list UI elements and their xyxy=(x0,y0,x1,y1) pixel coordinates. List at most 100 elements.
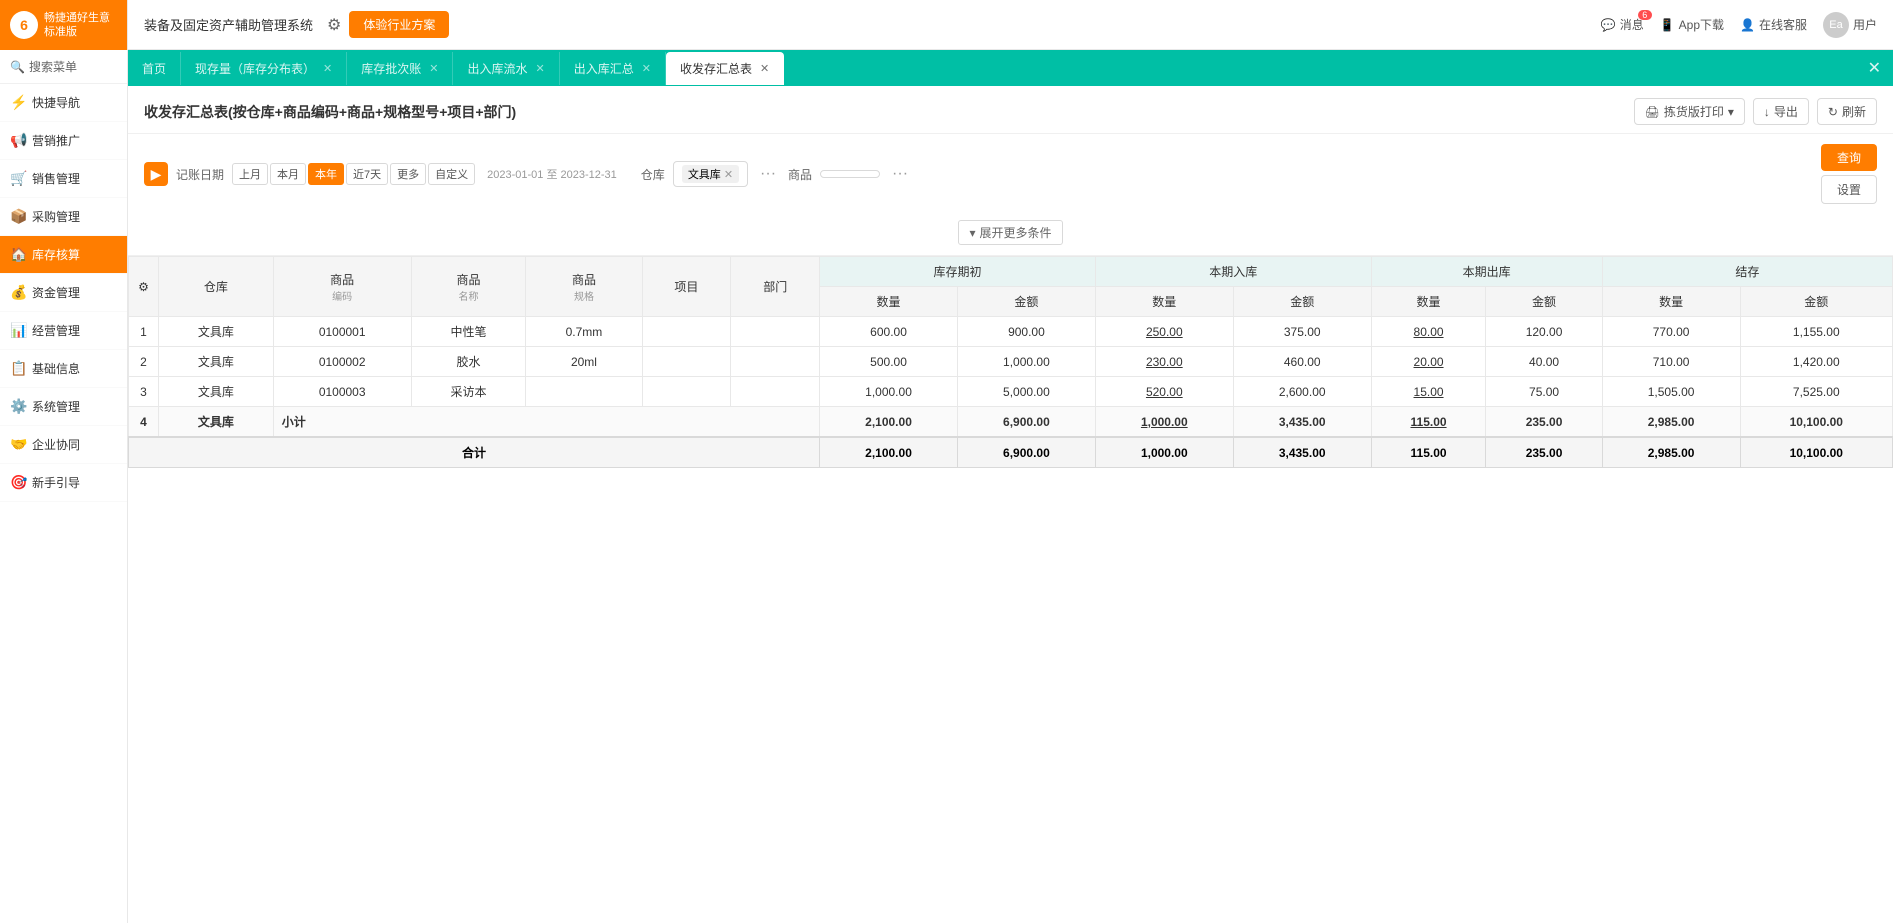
sub-in-qty: 1,000.00 xyxy=(1095,407,1233,438)
expand-more-btn[interactable]: ▾ 展开更多条件 xyxy=(958,220,1062,245)
row-no: 1 xyxy=(129,317,159,347)
refresh-btn[interactable]: ↻ 刷新 xyxy=(1817,98,1877,125)
total-close-qty: 2,985.00 xyxy=(1602,437,1740,468)
sidebar-item-quick-nav[interactable]: ⚡ 快捷导航 xyxy=(0,84,127,122)
row-close-amt: 7,525.00 xyxy=(1740,377,1892,407)
row-in-amt: 2,600.00 xyxy=(1233,377,1371,407)
row-name: 中性笔 xyxy=(411,317,526,347)
logo-text: 畅捷通好生意 标准版 xyxy=(44,11,110,40)
col-in-qty: 数量 xyxy=(1095,287,1233,317)
total-out-amt: 235.00 xyxy=(1486,437,1602,468)
system-icon: ⚙️ xyxy=(10,398,26,415)
sidebar-item-finance[interactable]: 💰 资金管理 xyxy=(0,274,127,312)
date-btn-this-year[interactable]: 本年 xyxy=(308,163,344,185)
row-no: 2 xyxy=(129,347,159,377)
tab-close-inout-summary[interactable]: ✕ xyxy=(642,62,651,75)
goods-select[interactable] xyxy=(820,170,880,178)
row-warehouse: 文具库 xyxy=(159,347,274,377)
app-download-btn[interactable]: 📱 App下载 xyxy=(1660,16,1724,33)
row-project xyxy=(642,317,731,347)
sidebar-item-basic-info[interactable]: 📋 基础信息 xyxy=(0,350,127,388)
col-close-amt: 金额 xyxy=(1740,287,1892,317)
sidebar-search[interactable]: 🔍 搜索菜单 xyxy=(0,50,127,84)
row-out-amt: 40.00 xyxy=(1486,347,1602,377)
tab-receive-summary[interactable]: 收发存汇总表 ✕ xyxy=(666,52,784,85)
col-in-amt: 金额 xyxy=(1233,287,1371,317)
row-out-qty[interactable]: 20.00 xyxy=(1371,347,1486,377)
query-button[interactable]: 查询 xyxy=(1821,144,1877,171)
export-btn[interactable]: ↓ 导出 xyxy=(1753,98,1809,125)
row-in-qty[interactable]: 230.00 xyxy=(1095,347,1233,377)
expand-more-row: ▾ 展开更多条件 xyxy=(144,220,1877,245)
table-row: 2 文具库 0100002 胶水 20ml 500.00 1,000.00 23… xyxy=(129,347,1893,377)
date-btn-more[interactable]: 更多 xyxy=(390,163,426,185)
sidebar-item-operations[interactable]: 📊 经营管理 xyxy=(0,312,127,350)
total-close-amt: 10,100.00 xyxy=(1740,437,1892,468)
sidebar-item-guide[interactable]: 🎯 新手引导 xyxy=(0,464,127,502)
col-code-header: 商品编码 xyxy=(273,257,411,317)
row-close-qty: 770.00 xyxy=(1602,317,1740,347)
date-btn-last-month[interactable]: 上月 xyxy=(232,163,268,185)
goods-more-btn[interactable]: ··· xyxy=(892,165,908,183)
row-name: 采访本 xyxy=(411,377,526,407)
sales-icon: 🛒 xyxy=(10,170,26,187)
row-out-qty[interactable]: 15.00 xyxy=(1371,377,1486,407)
main-area: 装备及固定资产辅助管理系统 ⚙ 体验行业方案 💬 消息 6 📱 App下载 👤 … xyxy=(128,0,1893,923)
print-btn[interactable]: 🖨 拣货版打印 ▾ xyxy=(1634,98,1745,125)
sub-open-qty: 2,100.00 xyxy=(820,407,958,438)
sub-in-amt: 3,435.00 xyxy=(1233,407,1371,438)
guide-icon: 🎯 xyxy=(10,474,26,491)
user-menu[interactable]: Ea 用户 xyxy=(1823,12,1877,38)
tab-close-inventory-dist[interactable]: ✕ xyxy=(323,62,332,75)
tab-inventory-dist[interactable]: 现存量（库存分布表） ✕ xyxy=(181,52,347,85)
sidebar-item-sales[interactable]: 🛒 销售管理 xyxy=(0,160,127,198)
finance-icon: 💰 xyxy=(10,284,26,301)
row-in-qty[interactable]: 250.00 xyxy=(1095,317,1233,347)
tab-home[interactable]: 首页 xyxy=(128,52,181,85)
row-spec: 0.7mm xyxy=(526,317,642,347)
date-label: 记账日期 xyxy=(176,166,224,183)
warehouse-select[interactable]: 文具库 ✕ xyxy=(673,161,748,187)
page-container: 收发存汇总表(按仓库+商品编码+商品+规格型号+项目+部门) 🖨 拣货版打印 ▾… xyxy=(128,86,1893,923)
sub-label: 小计 xyxy=(273,407,819,438)
warehouse-tag-close[interactable]: ✕ xyxy=(724,168,733,181)
date-btn-this-month[interactable]: 本月 xyxy=(270,163,306,185)
mobile-icon: 📱 xyxy=(1660,18,1675,32)
sidebar-item-system[interactable]: ⚙️ 系统管理 xyxy=(0,388,127,426)
sidebar-item-marketing[interactable]: 📢 营销推广 xyxy=(0,122,127,160)
col-gear[interactable]: ⚙ xyxy=(129,257,159,317)
row-out-amt: 120.00 xyxy=(1486,317,1602,347)
total-in-amt: 3,435.00 xyxy=(1233,437,1371,468)
system-title: 装备及固定资产辅助管理系统 xyxy=(144,15,313,34)
date-btn-7days[interactable]: 近7天 xyxy=(346,163,388,185)
sidebar-item-purchase[interactable]: 📦 采购管理 xyxy=(0,198,127,236)
filter-expand-btn[interactable]: ▶ xyxy=(144,162,168,186)
setting-button[interactable]: 设置 xyxy=(1821,175,1877,204)
warehouse-label: 仓库 xyxy=(641,166,665,183)
tab-close-batch-accounts[interactable]: ✕ xyxy=(429,62,438,75)
row-close-qty: 710.00 xyxy=(1602,347,1740,377)
experience-btn[interactable]: 体验行业方案 xyxy=(349,11,449,38)
tab-bar-close-btn[interactable]: ✕ xyxy=(1856,50,1893,86)
row-in-amt: 375.00 xyxy=(1233,317,1371,347)
tab-inout-summary[interactable]: 出入库汇总 ✕ xyxy=(560,52,666,85)
tab-batch-accounts[interactable]: 库存批次账 ✕ xyxy=(347,52,453,85)
settings-gear-icon[interactable]: ⚙ xyxy=(327,15,341,35)
sidebar-logo: 6 畅捷通好生意 标准版 xyxy=(0,0,127,50)
message-btn[interactable]: 💬 消息 6 xyxy=(1601,16,1644,33)
total-open-amt: 6,900.00 xyxy=(957,437,1095,468)
online-service-btn[interactable]: 👤 在线客服 xyxy=(1740,16,1807,33)
sidebar-item-inventory[interactable]: 🏠 库存核算 xyxy=(0,236,127,274)
inventory-icon: 🏠 xyxy=(10,246,26,263)
row-out-qty[interactable]: 80.00 xyxy=(1371,317,1486,347)
date-btn-custom[interactable]: 自定义 xyxy=(428,163,475,185)
row-in-qty[interactable]: 520.00 xyxy=(1095,377,1233,407)
warehouse-more-btn[interactable]: ··· xyxy=(760,165,776,183)
tab-inout-flow[interactable]: 出入库流水 ✕ xyxy=(453,52,559,85)
total-out-qty: 115.00 xyxy=(1371,437,1486,468)
tab-bar: 首页 现存量（库存分布表） ✕ 库存批次账 ✕ 出入库流水 ✕ 出入库汇总 ✕ … xyxy=(128,50,1893,86)
sidebar-item-enterprise[interactable]: 🤝 企业协同 xyxy=(0,426,127,464)
tab-close-inout-flow[interactable]: ✕ xyxy=(536,62,545,75)
tab-close-receive-summary[interactable]: ✕ xyxy=(760,62,769,75)
basic-info-icon: 📋 xyxy=(10,360,26,377)
